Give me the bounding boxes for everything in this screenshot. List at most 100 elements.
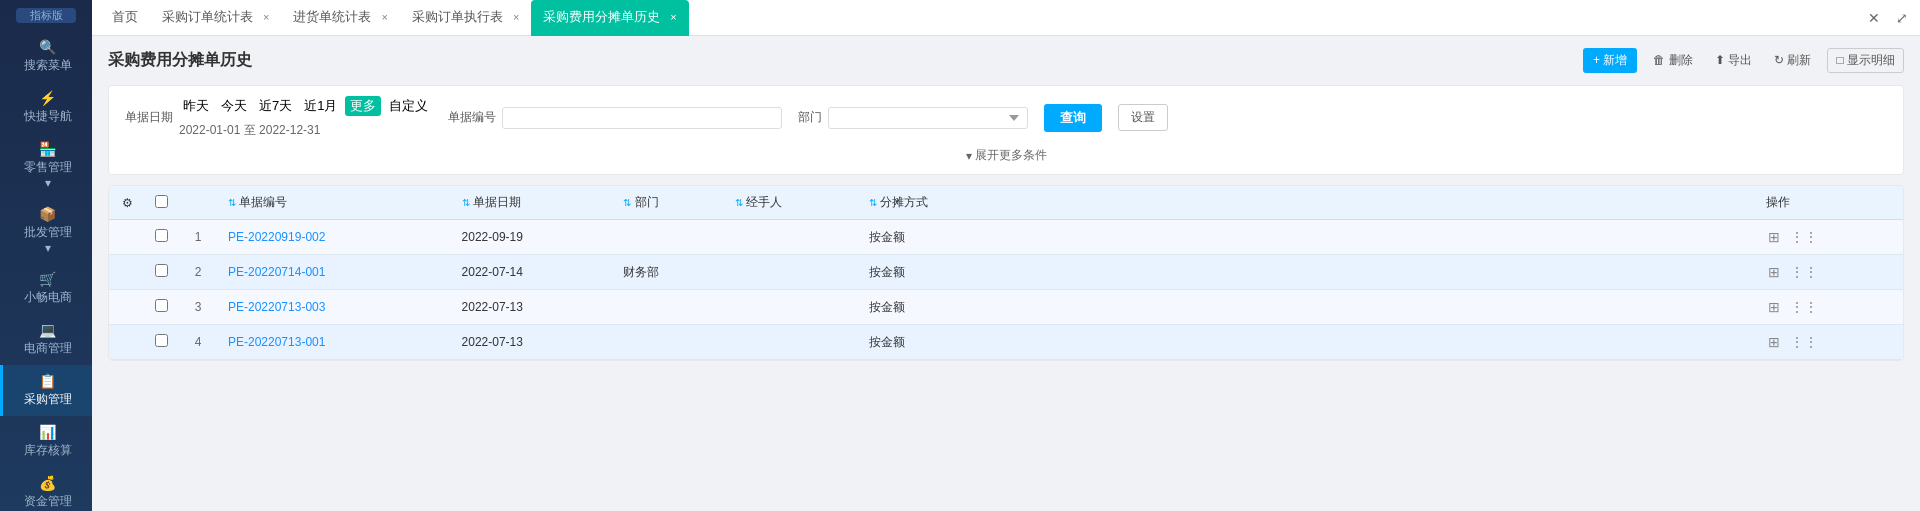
sidebar-item-label: 资金管理: [7, 493, 88, 510]
page-header: 采购费用分摊单历史 + 新增 🗑 删除 ⬆ 导出 ↻ 刷新 □ 显示明细: [108, 48, 1904, 73]
tab-purchase-order-exec[interactable]: 采购订单执行表 ×: [400, 0, 531, 36]
row-action-cell: ⊞ ⋮⋮: [1756, 290, 1903, 325]
settings-button[interactable]: 设置: [1118, 104, 1168, 131]
show-columns-button[interactable]: □ 显示明细: [1827, 48, 1904, 73]
row-action-cell: ⊞ ⋮⋮: [1756, 220, 1903, 255]
th-split-method[interactable]: ⇅ 分摊方式: [859, 186, 1756, 220]
view-icon[interactable]: ⊞: [1766, 262, 1782, 282]
row-split-method: 按金额: [859, 290, 1756, 325]
sort-icon: ⇅: [228, 197, 236, 208]
th-dept[interactable]: ⇅ 部门: [613, 186, 724, 220]
date-shortcuts: 昨天 今天 近7天 近1月 更多 自定义: [179, 96, 432, 116]
sort-icon: ⇅: [623, 197, 631, 208]
expand-row: ▾ 展开更多条件: [125, 147, 1887, 164]
sidebar-item-label: 采购管理: [7, 391, 88, 408]
retail-icon: 🏪: [7, 141, 88, 157]
sidebar-item-ecommerce-small[interactable]: 🛒 小畅电商: [0, 263, 92, 314]
dept-select[interactable]: 财务部: [828, 107, 1028, 129]
tab-label: 采购订单执行表: [412, 8, 503, 26]
tab-home[interactable]: 首页: [100, 0, 150, 36]
tab-close-icon[interactable]: ×: [381, 11, 387, 23]
add-button[interactable]: + 新增: [1583, 48, 1637, 73]
row-checkbox-cell[interactable]: [145, 220, 178, 255]
query-button[interactable]: 查询: [1044, 104, 1102, 132]
dept-field: 部门 财务部: [798, 107, 1028, 129]
page-title: 采购费用分摊单历史: [108, 50, 252, 71]
chevron-down-icon: ▾: [45, 176, 51, 190]
sidebar-item-search[interactable]: 🔍 搜索菜单: [0, 31, 92, 82]
view-icon[interactable]: ⊞: [1766, 332, 1782, 352]
shortcut-today[interactable]: 今天: [217, 96, 251, 116]
sidebar-item-inventory[interactable]: 📊 库存核算: [0, 416, 92, 467]
tab-purchase-order-stats[interactable]: 采购订单统计表 ×: [150, 0, 281, 36]
finance-icon: 💰: [7, 475, 88, 491]
row-checkbox-cell[interactable]: [145, 325, 178, 360]
row-doc-number[interactable]: PE-20220714-001: [218, 255, 452, 290]
close-tab-btn[interactable]: ✕: [1864, 8, 1884, 28]
doc-number-link[interactable]: PE-20220714-001: [228, 265, 325, 279]
th-doc-date[interactable]: ⇅ 单据日期: [452, 186, 614, 220]
row-doc-number[interactable]: PE-20220713-003: [218, 290, 452, 325]
sidebar-item-purchase[interactable]: 📋 采购管理: [0, 365, 92, 416]
date-range-value: 2022-01-01 至 2022-12-31: [179, 122, 320, 139]
row-action-cell: ⊞ ⋮⋮: [1756, 325, 1903, 360]
sort-icon: ⇅: [869, 197, 877, 208]
tab-purchase-cost-history[interactable]: 采购费用分摊单历史 ×: [531, 0, 688, 36]
export-button[interactable]: ⬆ 导出: [1709, 49, 1758, 72]
view-icon[interactable]: ⊞: [1766, 297, 1782, 317]
row-checkbox[interactable]: [155, 334, 168, 347]
sidebar-item-quick-nav[interactable]: ⚡ 快捷导航: [0, 82, 92, 133]
view-icon[interactable]: ⊞: [1766, 227, 1782, 247]
row-doc-number[interactable]: PE-20220919-002: [218, 220, 452, 255]
tab-close-icon[interactable]: ×: [513, 11, 519, 23]
tab-incoming-stats[interactable]: 进货单统计表 ×: [281, 0, 399, 36]
shortcut-custom[interactable]: 自定义: [385, 96, 432, 116]
row-checkbox[interactable]: [155, 264, 168, 277]
more-icon[interactable]: ⋮⋮: [1788, 262, 1820, 282]
date-label: 单据日期: [125, 109, 173, 126]
refresh-button[interactable]: ↻ 刷新: [1768, 49, 1817, 72]
row-checkbox[interactable]: [155, 299, 168, 312]
more-icon[interactable]: ⋮⋮: [1788, 227, 1820, 247]
tab-close-icon[interactable]: ×: [670, 11, 676, 23]
doc-number-link[interactable]: PE-20220919-002: [228, 230, 325, 244]
th-settings[interactable]: ⚙: [109, 186, 145, 220]
data-table: ⚙ ⇅ 单据编号 ⇅ 单据日期: [109, 186, 1903, 360]
table-body: 1 PE-20220919-002 2022-09-19 按金额 ⊞ ⋮⋮ 2 …: [109, 220, 1903, 360]
row-checkbox-cell[interactable]: [145, 255, 178, 290]
more-icon[interactable]: ⋮⋮: [1788, 297, 1820, 317]
tab-bar-right: ✕ ⤢: [1864, 8, 1912, 28]
sidebar-item-label: 搜索菜单: [7, 57, 88, 74]
doc-number-input[interactable]: [502, 107, 782, 129]
maximize-tab-btn[interactable]: ⤢: [1892, 8, 1912, 28]
doc-number-link[interactable]: PE-20220713-003: [228, 300, 325, 314]
th-handler[interactable]: ⇅ 经手人: [725, 186, 859, 220]
shortcut-more[interactable]: 更多: [345, 96, 381, 116]
shortcut-1month[interactable]: 近1月: [300, 96, 341, 116]
row-handler: [725, 255, 859, 290]
search-icon: 🔍: [7, 39, 88, 55]
sidebar-item-ecommerce[interactable]: 💻 电商管理: [0, 314, 92, 365]
doc-number-link[interactable]: PE-20220713-001: [228, 335, 325, 349]
row-num: 1: [178, 220, 218, 255]
row-checkbox[interactable]: [155, 229, 168, 242]
select-all-checkbox[interactable]: [155, 195, 168, 208]
sidebar-item-finance[interactable]: 💰 资金管理: [0, 467, 92, 511]
th-doc-number[interactable]: ⇅ 单据编号: [218, 186, 452, 220]
sort-icon: ⇅: [735, 197, 743, 208]
expand-button[interactable]: ▾ 展开更多条件: [966, 147, 1047, 164]
row-doc-number[interactable]: PE-20220713-001: [218, 325, 452, 360]
tab-close-icon[interactable]: ×: [263, 11, 269, 23]
shortcut-7days[interactable]: 近7天: [255, 96, 296, 116]
date-field-group: 昨天 今天 近7天 近1月 更多 自定义 2022-01-01 至 2022-1…: [179, 96, 432, 139]
row-checkbox-cell[interactable]: [145, 290, 178, 325]
sidebar-item-wholesale[interactable]: 📦 批发管理 ▾: [0, 198, 92, 263]
date-field: 单据日期 昨天 今天 近7天 近1月 更多 自定义 2022-01-01 至 2…: [125, 96, 432, 139]
row-settings-cell: [109, 325, 145, 360]
delete-button[interactable]: 🗑 删除: [1647, 49, 1698, 72]
shortcut-yesterday[interactable]: 昨天: [179, 96, 213, 116]
ecommerce-small-icon: 🛒: [7, 271, 88, 287]
sidebar-item-retail[interactable]: 🏪 零售管理 ▾: [0, 133, 92, 198]
more-icon[interactable]: ⋮⋮: [1788, 332, 1820, 352]
chevron-down-icon: ▾: [966, 149, 972, 163]
